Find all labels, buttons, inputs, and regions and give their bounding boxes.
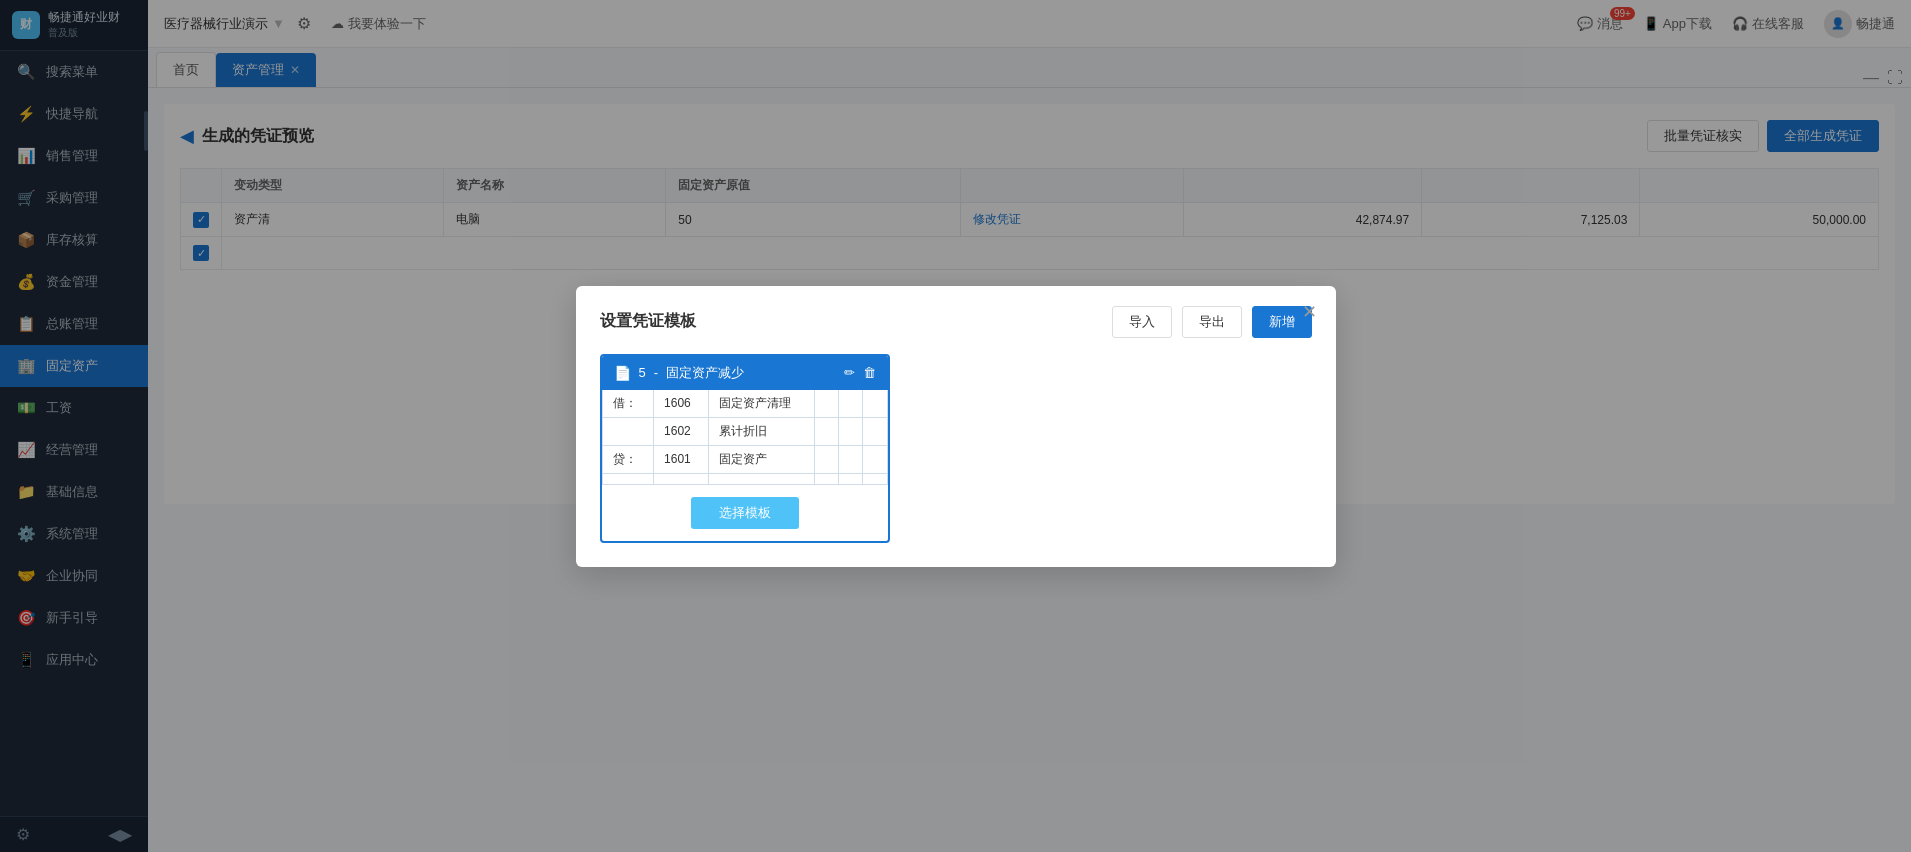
entry3-empty2 [839, 445, 863, 473]
template-delete-icon[interactable]: 🗑 [863, 365, 876, 380]
template-doc-icon: 📄 [614, 365, 631, 381]
template-entry-3: 贷： 1601 固定资产 [602, 445, 887, 473]
dialog-header: 设置凭证模板 导入 导出 新增 ✕ [576, 286, 1336, 354]
entry3-code: 1601 [654, 445, 709, 473]
empty5 [839, 473, 863, 484]
entry2-code: 1602 [654, 417, 709, 445]
entry2-subject: 累计折旧 [708, 417, 815, 445]
empty6 [863, 473, 887, 484]
entry2-empty2 [839, 417, 863, 445]
entry1-direction: 借： [602, 390, 654, 418]
select-template-button[interactable]: 选择模板 [691, 497, 799, 529]
entry2-direction [602, 417, 654, 445]
entry3-direction: 贷： [602, 445, 654, 473]
entry3-empty1 [815, 445, 839, 473]
entry2-empty3 [863, 417, 887, 445]
overlay: 设置凭证模板 导入 导出 新增 ✕ 📄 5 - 固定资产减少 ✏ 🗑 [0, 0, 1911, 852]
empty3 [708, 473, 815, 484]
template-card-header-actions: ✏ 🗑 [844, 365, 876, 380]
empty1 [602, 473, 654, 484]
dialog-title: 设置凭证模板 [600, 311, 696, 332]
empty2 [654, 473, 709, 484]
dialog: 设置凭证模板 导入 导出 新增 ✕ 📄 5 - 固定资产减少 ✏ 🗑 [576, 286, 1336, 567]
entry3-subject: 固定资产 [708, 445, 815, 473]
empty4 [815, 473, 839, 484]
import-button[interactable]: 导入 [1112, 306, 1172, 338]
template-table: 借： 1606 固定资产清理 1602 累计折旧 [602, 390, 888, 485]
entry1-empty3 [863, 390, 887, 418]
dialog-body: 📄 5 - 固定资产减少 ✏ 🗑 借： 1606 固定资产清理 [576, 354, 1336, 567]
template-edit-icon[interactable]: ✏ [844, 365, 855, 380]
dialog-close-icon[interactable]: ✕ [1298, 300, 1322, 324]
entry3-empty3 [863, 445, 887, 473]
entry2-empty1 [815, 417, 839, 445]
template-card-header: 📄 5 - 固定资产减少 ✏ 🗑 [602, 356, 888, 390]
dialog-header-actions: 导入 导出 新增 [1112, 306, 1312, 338]
template-name: 固定资产减少 [666, 364, 744, 382]
template-empty-row [602, 473, 887, 484]
template-number: 5 [639, 365, 646, 380]
entry1-code: 1606 [654, 390, 709, 418]
entry1-empty1 [815, 390, 839, 418]
entry1-subject: 固定资产清理 [708, 390, 815, 418]
template-entry-1: 借： 1606 固定资产清理 [602, 390, 887, 418]
template-card: 📄 5 - 固定资产减少 ✏ 🗑 借： 1606 固定资产清理 [600, 354, 890, 543]
export-button[interactable]: 导出 [1182, 306, 1242, 338]
template-entry-2: 1602 累计折旧 [602, 417, 887, 445]
entry1-empty2 [839, 390, 863, 418]
